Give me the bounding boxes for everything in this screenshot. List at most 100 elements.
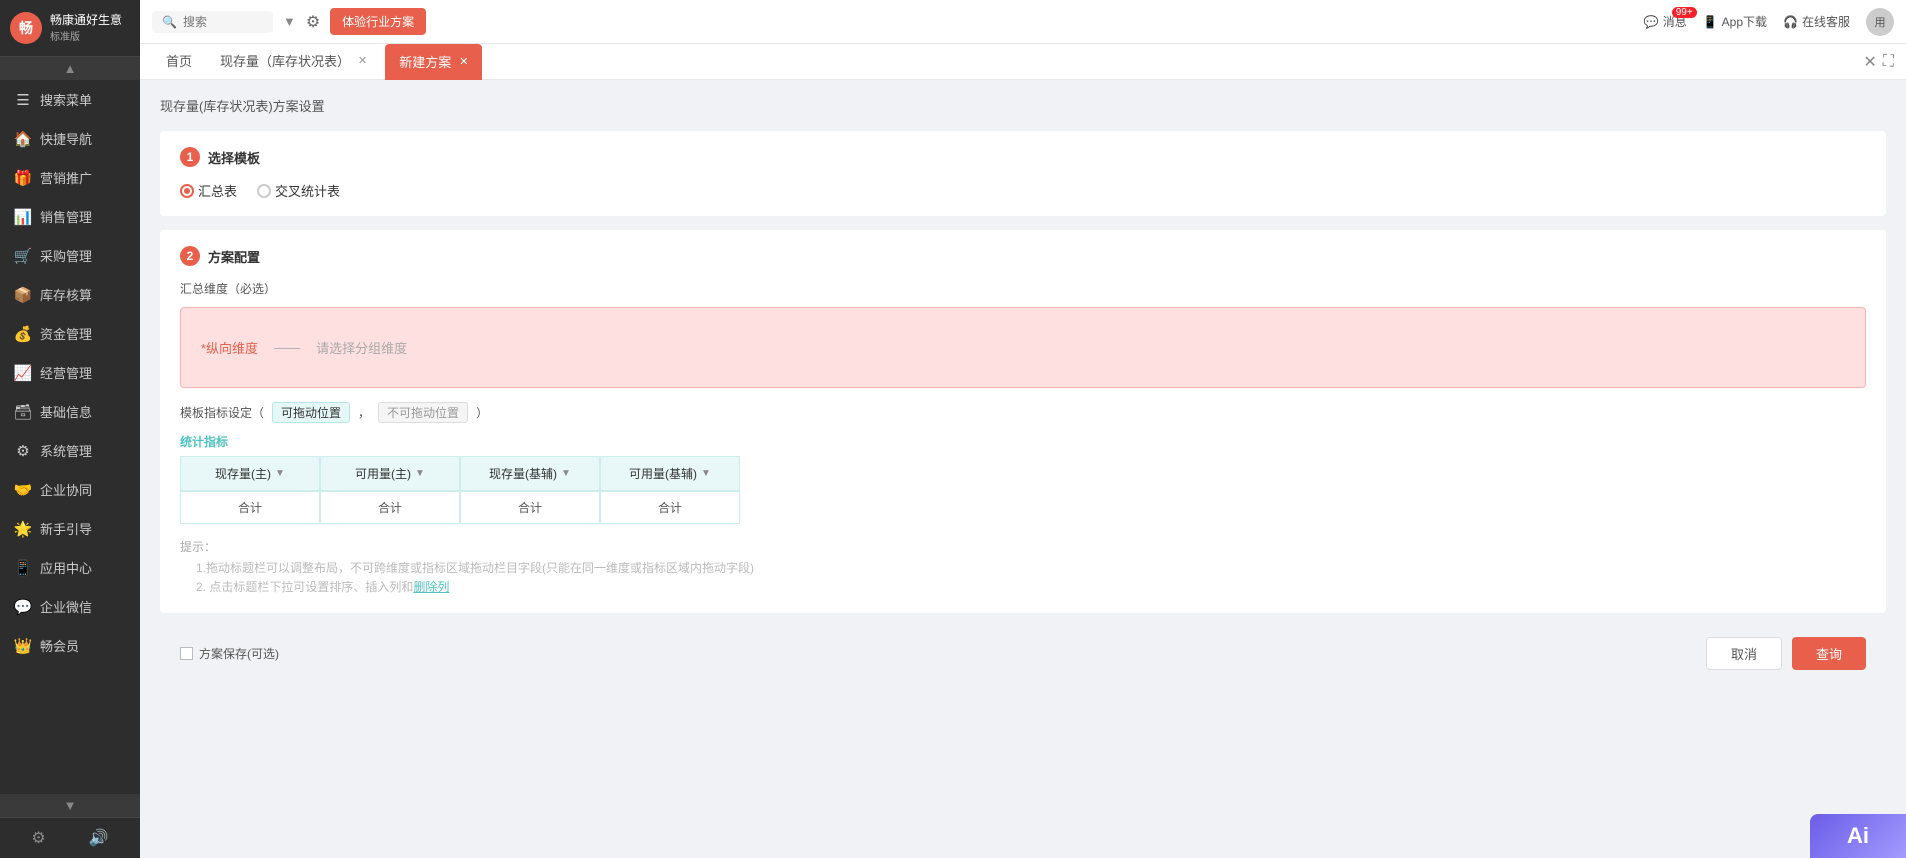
stats-col-2-body: 合计 <box>460 491 600 524</box>
indicator-fixed-chip: 不可拖动位置 <box>378 402 468 423</box>
radio-crosstab-label: 交叉统计表 <box>275 181 340 200</box>
page-content: 现存量(库存状况表)方案设置 1 选择模板 汇总表 交叉统计表 2 <box>140 80 1906 858</box>
indicator-settings: 模板指标设定（ 可拖动位置 ， 不可拖动位置 ） <box>180 402 1866 423</box>
section2-header: 2 方案配置 <box>180 246 1866 266</box>
tab-new-scheme-label: 新建方案 <box>399 52 451 71</box>
tab-home[interactable]: 首页 <box>152 44 206 80</box>
stats-col-1-header[interactable]: 可用量(主) ▼ <box>320 456 460 491</box>
sidebar-item-label: 快捷导航 <box>40 129 92 148</box>
sidebar-item-purchase[interactable]: 🛒 采购管理 <box>0 236 140 275</box>
stats-col-0-header[interactable]: 现存量(主) ▼ <box>180 456 320 491</box>
dimension-required: *纵向维度 <box>201 338 258 357</box>
tab-inventory-close[interactable]: ✕ <box>358 54 367 67</box>
chart-icon: 📊 <box>14 208 32 226</box>
sidebar-item-label: 采购管理 <box>40 246 92 265</box>
tab-new-scheme[interactable]: 新建方案 ✕ <box>385 44 482 80</box>
settings-icon[interactable]: ⚙ <box>31 828 45 848</box>
sidebar-item-member[interactable]: 👑 畅会员 <box>0 626 140 665</box>
sidebar-item-new-guide[interactable]: 🌟 新手引导 <box>0 509 140 548</box>
stats-col-0-body: 合计 <box>180 491 320 524</box>
sidebar-item-label: 资金管理 <box>40 324 92 343</box>
save-checkbox[interactable] <box>180 647 193 660</box>
sidebar-footer: ⚙ 🔊 <box>0 817 140 858</box>
chevron-down-icon-0: ▼ <box>275 468 285 479</box>
audio-icon[interactable]: 🔊 <box>89 828 109 848</box>
sidebar-item-sales[interactable]: 📊 销售管理 <box>0 197 140 236</box>
cart-icon: 🛒 <box>14 247 32 265</box>
search-menu-icon: ☰ <box>14 91 32 109</box>
query-button[interactable]: 查询 <box>1792 637 1866 670</box>
indicator-close: ） <box>476 404 488 421</box>
dimension-inner: *纵向维度 —— 请选择分组维度 <box>201 338 1845 357</box>
save-checkbox-label[interactable]: 方案保存(可选) <box>180 645 279 662</box>
tab-expand-btn[interactable]: ⛶ <box>1883 53 1894 71</box>
radio-summary-label: 汇总表 <box>198 181 237 200</box>
tab-close-btn[interactable]: ✕ <box>1863 52 1876 72</box>
online-service-link[interactable]: 🎧 在线客服 <box>1783 13 1850 30</box>
search-box[interactable]: 🔍 <box>152 11 273 33</box>
gift-icon: 🎁 <box>14 169 32 187</box>
radio-crosstab[interactable]: 交叉统计表 <box>257 181 340 200</box>
message-icon: 💬 <box>1644 15 1659 29</box>
sidebar-item-basic-info[interactable]: 🗃 基础信息 <box>0 392 140 431</box>
stats-col-1-body: 合计 <box>320 491 460 524</box>
stats-col-2-label: 现存量(基辅) <box>489 465 557 482</box>
tab-new-scheme-close[interactable]: ✕ <box>459 55 468 68</box>
delete-col-link[interactable]: 删除列 <box>413 580 449 594</box>
stats-label: 统计指标 <box>180 433 1866 450</box>
search-input[interactable] <box>183 15 263 29</box>
dropdown-icon[interactable]: ▼ <box>283 14 296 29</box>
sidebar-item-label: 企业协同 <box>40 480 92 499</box>
app-download-link[interactable]: 📱 App下载 <box>1703 13 1767 30</box>
sidebar-item-corp-wechat[interactable]: 💬 企业微信 <box>0 587 140 626</box>
mobile-icon: 📱 <box>14 559 32 577</box>
stats-col-3-header[interactable]: 可用量(基辅) ▼ <box>600 456 740 491</box>
sidebar-item-app-center[interactable]: 📱 应用中心 <box>0 548 140 587</box>
sidebar-menu: ☰ 搜索菜单 🏠 快捷导航 🎁 营销推广 📊 销售管理 🛒 采购管理 📦 库存核… <box>0 80 140 794</box>
stats-col-2-header[interactable]: 现存量(基辅) ▼ <box>460 456 600 491</box>
industry-btn[interactable]: 体验行业方案 <box>330 8 426 35</box>
app-name: 畅康通好生意 <box>50 13 122 29</box>
sidebar-item-label: 应用中心 <box>40 558 92 577</box>
chevron-down-icon-3: ▼ <box>701 468 711 479</box>
wechat-icon: 💬 <box>14 598 32 616</box>
dimension-area[interactable]: *纵向维度 —— 请选择分组维度 <box>180 307 1866 388</box>
sidebar-item-operations[interactable]: 📈 经营管理 <box>0 353 140 392</box>
logo-icon: 畅 <box>10 12 42 44</box>
template-radio-group: 汇总表 交叉统计表 <box>180 181 1866 200</box>
headset-icon: 🎧 <box>1783 15 1798 29</box>
sidebar-item-finance[interactable]: 💰 资金管理 <box>0 314 140 353</box>
stats-head-row: 现存量(主) ▼ 可用量(主) ▼ 现存量(基辅) ▼ 可用量(基辅) ▼ <box>180 456 740 491</box>
sidebar-item-search-menu[interactable]: ☰ 搜索菜单 <box>0 80 140 119</box>
indicator-separator: ， <box>358 404 370 421</box>
section1-header: 1 选择模板 <box>180 147 1866 167</box>
main-area: 🔍 ▼ ⚙ 体验行业方案 💬 消息 99+ 📱 App下载 🎧 在线客服 用 <box>140 0 1906 858</box>
sidebar-item-label: 企业微信 <box>40 597 92 616</box>
sidebar-item-system[interactable]: ⚙ 系统管理 <box>0 431 140 470</box>
sidebar-scroll-up[interactable]: ▲ <box>0 57 140 80</box>
messages-badge[interactable]: 💬 消息 99+ <box>1644 13 1687 30</box>
sidebar-item-marketing[interactable]: 🎁 营销推广 <box>0 158 140 197</box>
chevron-down-icon-1: ▼ <box>415 468 425 479</box>
stats-col-0-label: 现存量(主) <box>215 465 271 482</box>
indicator-draggable-chip: 可拖动位置 <box>272 402 350 423</box>
sidebar-item-label: 经营管理 <box>40 363 92 382</box>
tab-inventory-status[interactable]: 现存量（库存状况表） ✕ <box>206 44 381 80</box>
stats-col-3-body: 合计 <box>600 491 740 524</box>
operations-icon: 📈 <box>14 364 32 382</box>
sidebar-item-corp-coop[interactable]: 🤝 企业协同 <box>0 470 140 509</box>
user-avatar[interactable]: 用 <box>1866 8 1894 36</box>
stats-col-3-label: 可用量(基辅) <box>629 465 697 482</box>
home-icon: 🏠 <box>14 130 32 148</box>
ai-badge[interactable]: Ai <box>1810 814 1906 858</box>
sidebar-item-label: 系统管理 <box>40 441 92 460</box>
sidebar-item-quick-nav[interactable]: 🏠 快捷导航 <box>0 119 140 158</box>
database-icon: 🗃 <box>14 403 32 421</box>
sidebar-item-inventory[interactable]: 📦 库存核算 <box>0 275 140 314</box>
radio-summary[interactable]: 汇总表 <box>180 181 237 200</box>
sidebar-scroll-down[interactable]: ▼ <box>0 794 140 817</box>
gear-icon[interactable]: ⚙ <box>306 12 320 32</box>
save-label: 方案保存(可选) <box>199 645 279 662</box>
cancel-button[interactable]: 取消 <box>1706 637 1782 670</box>
tips-item-1: 2. 点击标题栏下拉可设置排序、插入列和删除列 <box>180 578 1866 595</box>
